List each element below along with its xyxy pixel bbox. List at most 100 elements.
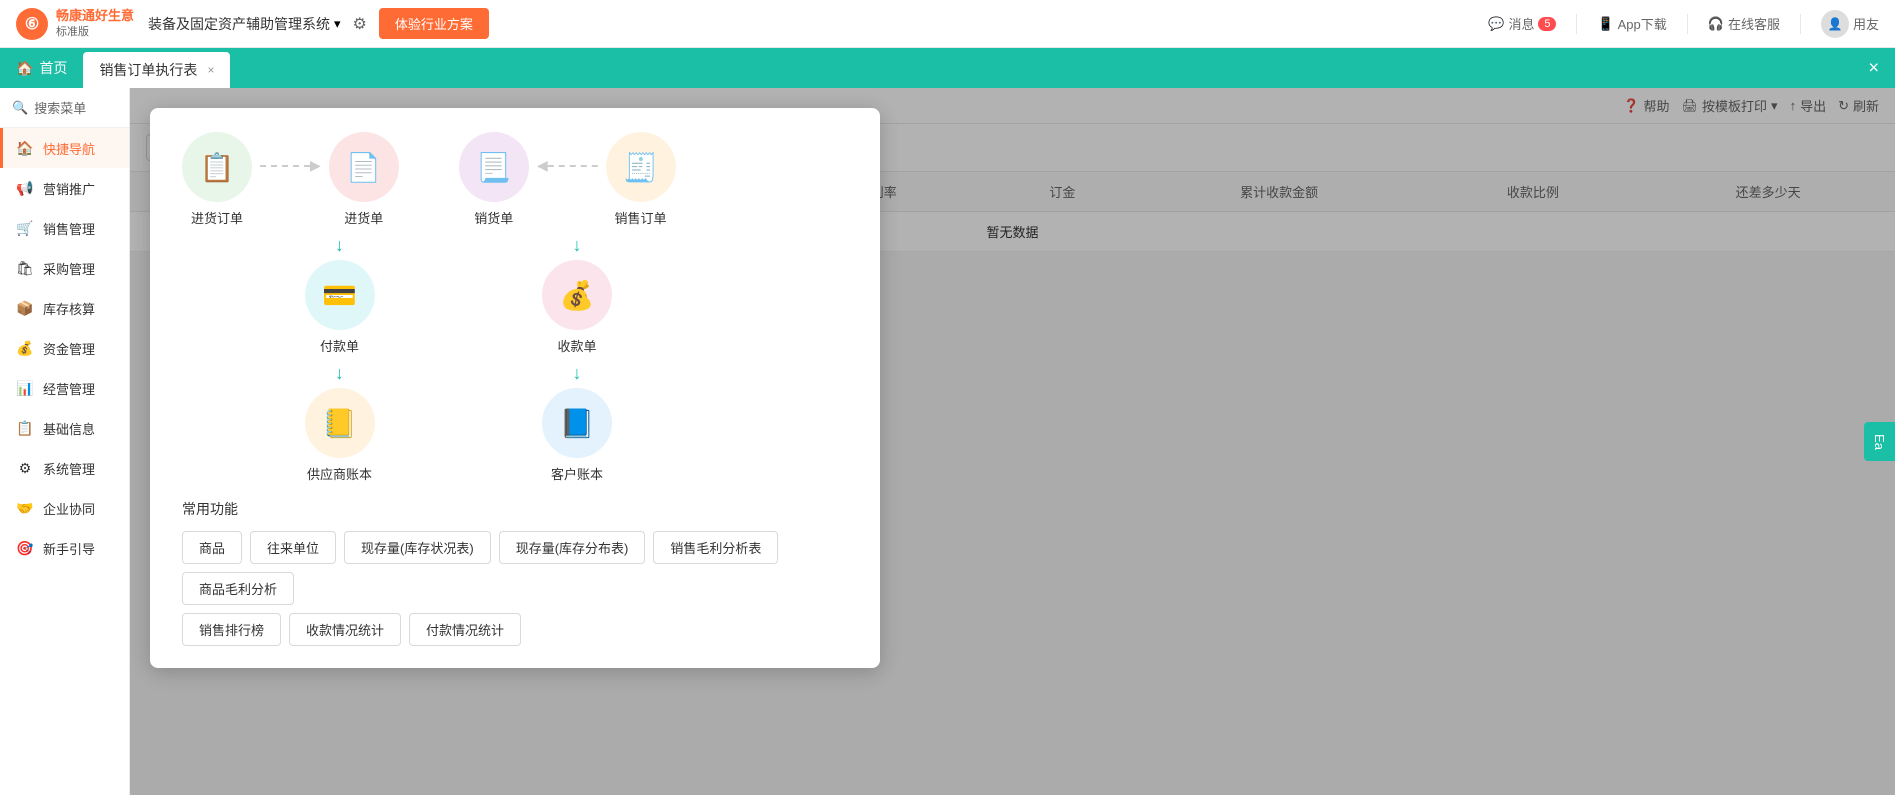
sidebar-item-quick-nav[interactable]: 🏠 快捷导航 (0, 128, 129, 168)
gear-settings-icon[interactable]: ⚙ (353, 14, 367, 34)
sidebar-item-basic-info[interactable]: 📋 基础信息 (0, 408, 129, 448)
flow-node-sales-bill[interactable]: 📃 销货单 (459, 132, 529, 227)
spacer-row3 (402, 388, 462, 483)
tab-home[interactable]: 🏠 首页 (0, 48, 83, 88)
app-download-label: App下载 (1618, 14, 1667, 33)
spacer-arrows (402, 235, 462, 256)
purchase-order-icon: 📋 (200, 151, 235, 184)
tab-close-icon[interactable]: × (207, 63, 214, 77)
sidebar-item-newbie[interactable]: 🎯 新手引导 (0, 528, 129, 568)
payment-circle: 💳 (305, 260, 375, 330)
func-btn-recv-stats[interactable]: 收款情况统计 (289, 613, 401, 646)
spacer-row2 (402, 260, 462, 355)
customer-account-circle: 📘 (542, 388, 612, 458)
sidebar-item-enterprise[interactable]: 🤝 企业协同 (0, 488, 129, 528)
quick-guide-overlay: 📋 进货订单 ▶ 📄 (130, 88, 1895, 795)
tab-bar-close-icon[interactable]: × (1868, 58, 1879, 79)
sidebar-item-purchase[interactable]: 🛍 采购管理 (0, 248, 129, 288)
func-btn-sales-profit[interactable]: 销售毛利分析表 (653, 531, 778, 564)
purchase-bill-circle: 📄 (329, 132, 399, 202)
header-left: ⑥ 畅康通好生意 标准版 装备及固定资产辅助管理系统 ▾ ⚙ 体验行业方案 (16, 8, 489, 40)
func-btn-sales-rank[interactable]: 销售排行榜 (182, 613, 281, 646)
tab-sales-order-label: 销售订单执行表 (99, 60, 197, 80)
user-label: 用友 (1853, 14, 1879, 33)
func-btn-partners[interactable]: 往来单位 (250, 531, 336, 564)
sidebar-item-system[interactable]: ⚙ 系统管理 (0, 448, 129, 488)
system-title-dropdown[interactable]: 装备及固定资产辅助管理系统 ▾ (148, 14, 341, 34)
receipt-label: 收款单 (557, 336, 596, 355)
tab-sales-order[interactable]: 销售订单执行表 × (83, 52, 230, 88)
divider-3 (1800, 14, 1801, 34)
flow-node-purchase-bill[interactable]: 📄 进货单 (329, 132, 399, 227)
sidebar-item-marketing[interactable]: 📢 营销推广 (0, 168, 129, 208)
inventory-label: 库存核算 (43, 299, 95, 318)
right-ear-label: Ea (1872, 434, 1887, 450)
func-btn-product[interactable]: 商品 (182, 531, 242, 564)
sidebar-item-finance[interactable]: 💰 资金管理 (0, 328, 129, 368)
sidebar-item-operations[interactable]: 📊 经营管理 (0, 368, 129, 408)
right-ear[interactable]: Ea (1864, 422, 1895, 462)
func-btn-stock-status[interactable]: 现存量(库存状况表) (344, 531, 491, 564)
message-icon: 💬 (1488, 16, 1504, 32)
customer-account-icon: 📘 (560, 407, 595, 440)
sales-order-icon: 🧾 (623, 151, 658, 184)
customer-account-label: 客户账本 (551, 464, 603, 483)
quick-guide-popup: 📋 进货订单 ▶ 📄 (150, 108, 880, 668)
main-layout: 🔍 搜索菜单 🏠 快捷导航 📢 营销推广 🛒 销售管理 🛍 采购管理 📦 库存核… (0, 88, 1895, 795)
flow-node-receipt[interactable]: 💰 收款单 (542, 260, 612, 355)
purchase-order-circle: 📋 (182, 132, 252, 202)
arrow-down-1: ↓ (335, 235, 344, 256)
flow-node-supplier-account[interactable]: 📒 供应商账本 (305, 388, 375, 483)
flow-node-payment[interactable]: 💳 付款单 (305, 260, 375, 355)
sales-order-circle: 🧾 (606, 132, 676, 202)
common-functions-section: 常用功能 商品 往来单位 现存量(库存状况表) 现存量(库存分布表) 销售毛利分… (182, 499, 848, 646)
func-btn-pay-stats[interactable]: 付款情况统计 (409, 613, 521, 646)
flow-node-sales-order[interactable]: 🧾 销售订单 (606, 132, 676, 227)
message-btn[interactable]: 💬 消息 5 (1488, 14, 1556, 33)
experience-btn[interactable]: 体验行业方案 (379, 8, 489, 39)
online-service-btn[interactable]: 🎧 在线客服 (1708, 14, 1780, 33)
flow-node-customer-wrapper: 📘 客户账本 (462, 388, 682, 483)
func-btn-product-profit[interactable]: 商品毛利分析 (182, 572, 294, 605)
spacer-arrows2 (402, 363, 462, 384)
logo-text: 畅康通好生意 标准版 (56, 8, 134, 39)
search-icon: 🔍 (12, 100, 28, 116)
app-header: ⑥ 畅康通好生意 标准版 装备及固定资产辅助管理系统 ▾ ⚙ 体验行业方案 💬 … (0, 0, 1895, 48)
func-buttons-row2: 销售排行榜 收款情况统计 付款情况统计 (182, 613, 848, 646)
basic-info-icon: 📋 (15, 418, 35, 438)
basic-info-label: 基础信息 (43, 419, 95, 438)
flow-node-customer-account[interactable]: 📘 客户账本 (542, 388, 612, 483)
user-avatar: 👤 (1821, 10, 1849, 38)
flow-row3: 📒 供应商账本 📘 客户账本 (182, 388, 848, 483)
logo-area: ⑥ 畅康通好生意 标准版 (16, 8, 136, 40)
operations-label: 经营管理 (43, 379, 95, 398)
app-download-btn[interactable]: 📱 App下载 (1597, 14, 1666, 33)
sales-order-label: 销售订单 (615, 208, 667, 227)
user-menu[interactable]: 👤 用友 (1821, 10, 1879, 38)
message-label: 消息 (1508, 14, 1534, 33)
payment-label: 付款单 (320, 336, 359, 355)
inventory-icon: 📦 (15, 298, 35, 318)
finance-icon: 💰 (15, 338, 35, 358)
flow-node-purchase-order[interactable]: 📋 进货订单 (182, 132, 252, 227)
flow-node-supplier-wrapper: 📒 供应商账本 (182, 388, 402, 483)
sidebar-item-sales[interactable]: 🛒 销售管理 (0, 208, 129, 248)
search-menu[interactable]: 🔍 搜索菜单 (0, 88, 129, 128)
system-title: 装备及固定资产辅助管理系统 (148, 14, 330, 34)
flow-arrows-down-row2: ↓ ↓ (182, 363, 848, 384)
purchase-order-label: 进货订单 (191, 208, 243, 227)
func-btn-stock-dist[interactable]: 现存量(库存分布表) (499, 531, 646, 564)
section-title: 常用功能 (182, 499, 848, 519)
sidebar-item-inventory[interactable]: 📦 库存核算 (0, 288, 129, 328)
arrow-down-3-icon: ↓ (335, 363, 344, 384)
receipt-icon: 💰 (560, 279, 595, 312)
system-icon: ⚙ (15, 458, 35, 478)
supplier-account-circle: 📒 (305, 388, 375, 458)
marketing-icon: 📢 (15, 178, 35, 198)
newbie-label: 新手引导 (43, 539, 95, 558)
sales-bill-circle: 📃 (459, 132, 529, 202)
arrow-down-3: ↓ (182, 363, 402, 384)
purchase-bill-label: 进货单 (344, 208, 383, 227)
popup-content: 📋 进货订单 ▶ 📄 (150, 108, 880, 668)
sales-icon: 🛒 (15, 218, 35, 238)
